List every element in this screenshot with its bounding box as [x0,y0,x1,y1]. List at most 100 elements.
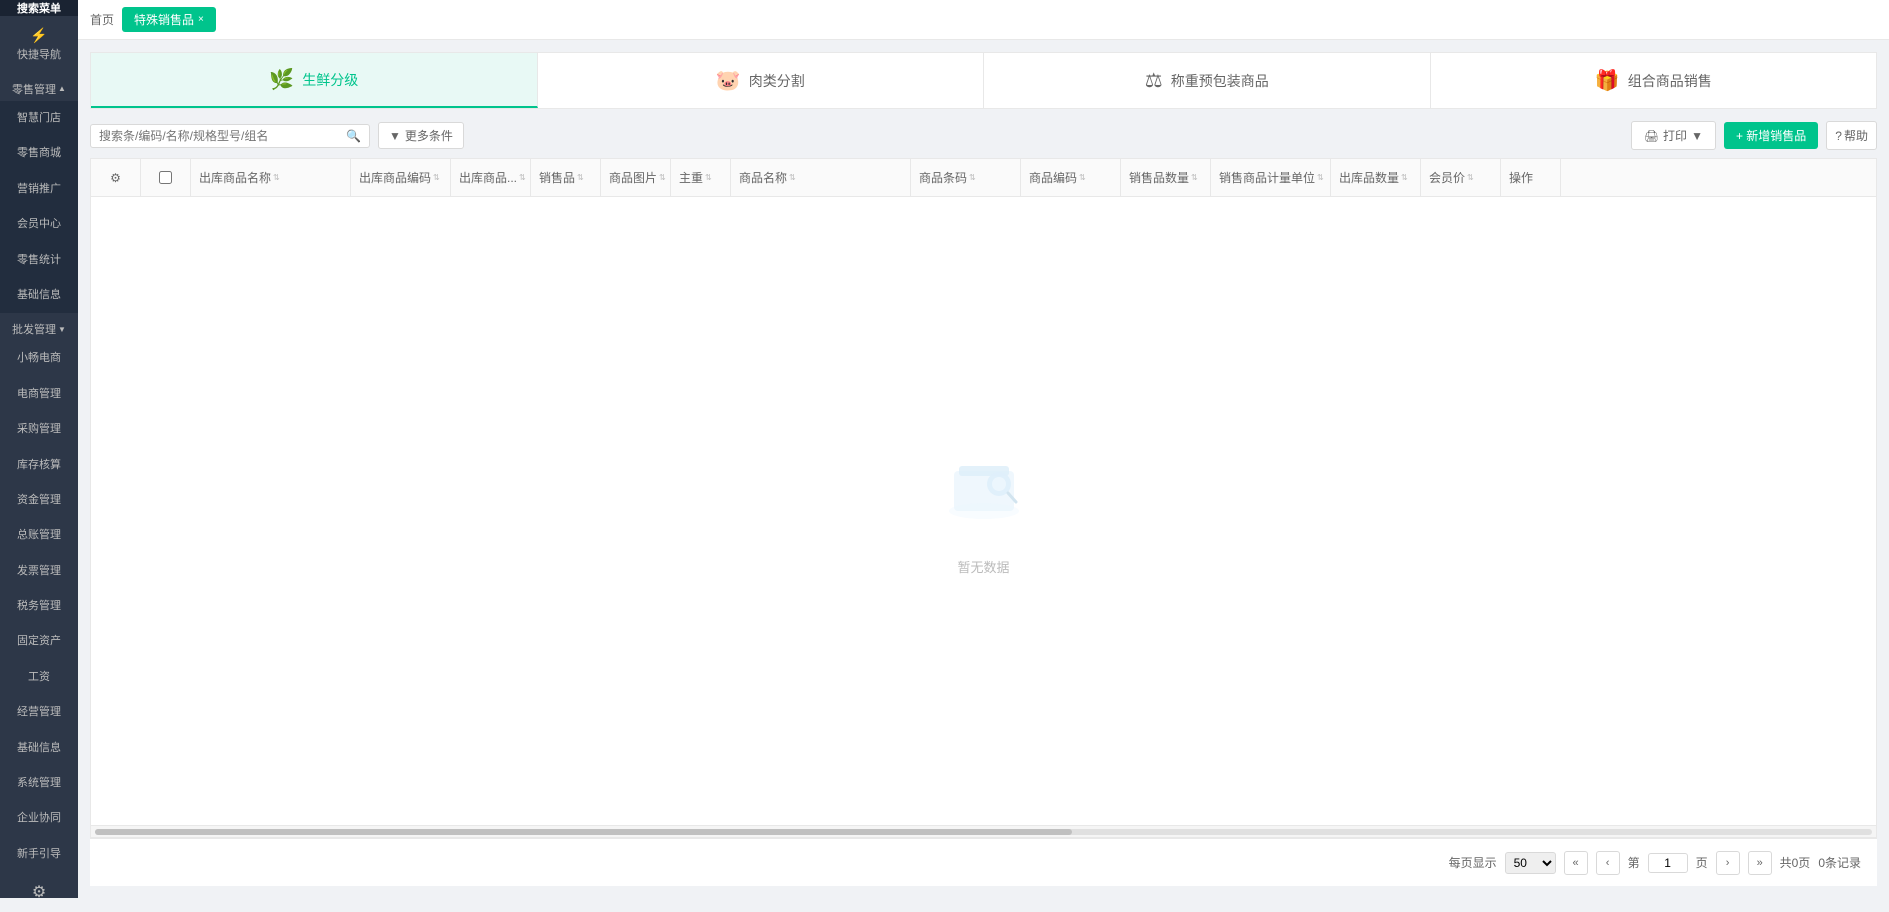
sort-icon-sale[interactable]: ⇅ [577,173,584,182]
help-label: 帮助 [1844,127,1868,144]
th-product-code: 商品编码 ⇅ [1021,159,1121,196]
th-product-img: 商品图片 ⇅ [601,159,671,196]
active-tab[interactable]: 特殊销售品 × [122,7,216,32]
next-page-button[interactable]: › [1716,851,1740,875]
search-box[interactable]: 🔍 [90,124,370,148]
per-page-label: 每页显示 [1449,854,1497,871]
sidebar-item-retail-stats[interactable]: 零售统计 [0,243,78,278]
combo-sales-icon: 🎁 [1595,68,1620,93]
sidebar-item-purchase[interactable]: 采购管理 [0,412,78,447]
first-page-button[interactable]: « [1564,851,1588,875]
sidebar-item-sys[interactable]: 系统管理 [0,766,78,801]
weighed-pkg-label: 称重预包装商品 [1171,71,1269,91]
new-guide-label: 新手引导 [17,848,61,860]
toolbar-left: 🔍 ▼ 更多条件 [90,122,464,149]
search-input[interactable] [99,129,346,143]
th-checkbox[interactable] [141,159,191,196]
settings-icon: ⚙ [110,171,121,185]
prev-page-button[interactable]: ‹ [1596,851,1620,875]
horizontal-scrollbar[interactable] [91,825,1876,837]
sort-icon-img[interactable]: ⇅ [659,173,666,182]
select-all-checkbox[interactable] [159,171,172,184]
th-member-price: 会员价 ⇅ [1421,159,1501,196]
sort-icon-code[interactable]: ⇅ [433,173,440,182]
page-number-input[interactable] [1648,853,1688,873]
print-dropdown-icon: ▼ [1691,129,1703,143]
sort-icon-pcode[interactable]: ⇅ [1079,173,1086,182]
cat-tab-combo-sales[interactable]: 🎁 组合商品销售 [1431,53,1877,108]
last-page-button[interactable]: » [1748,851,1772,875]
sort-icon-qty[interactable]: ⇅ [1191,173,1198,182]
cat-tab-weighed-pkg[interactable]: ⚖ 称重预包装商品 [984,53,1431,108]
sidebar-item-corp[interactable]: 企业协同 [0,801,78,836]
help-button[interactable]: ? 帮助 [1826,121,1877,150]
sidebar-item-asset[interactable]: 资金管理 [0,483,78,518]
home-breadcrumb[interactable]: 首页 [90,11,114,28]
inventory-label: 库存核算 [17,459,61,471]
sidebar-item-retail-mall[interactable]: 零售商城 [0,136,78,171]
sort-icon-barcode[interactable]: ⇅ [969,173,976,182]
corp-label: 企业协同 [17,812,61,824]
meat-cut-icon: 🐷 [716,68,741,93]
print-label: 打印 [1663,127,1687,144]
sidebar-item-basic-info[interactable]: 基础信息 [0,278,78,313]
th-sale-qty: 销售品数量 ⇅ [1121,159,1211,196]
sort-icon-unit[interactable]: ⇅ [1317,173,1324,182]
sort-icon-outqty[interactable]: ⇅ [1401,173,1408,182]
cat-tab-meat-cut[interactable]: 🐷 肉类分割 [538,53,985,108]
sys-label: 系统管理 [17,777,61,789]
sort-icon-pname[interactable]: ⇅ [789,173,796,182]
tax-label: 税务管理 [17,600,61,612]
sort-icon-price[interactable]: ⇅ [1467,173,1474,182]
sidebar-item-member[interactable]: 会员中心 [0,207,78,242]
th-out-product-code: 出库商品编码 ⇅ [351,159,451,196]
sidebar-item-new-guide[interactable]: 新手引导 [0,837,78,872]
sidebar-item-inventory[interactable]: 库存核算 [0,448,78,483]
tab-close-icon[interactable]: × [198,14,204,25]
retail-mall-label: 零售商城 [17,147,61,159]
scroll-thumb [95,829,1072,835]
th-sale-product: 销售品 ⇅ [531,159,601,196]
scroll-track [95,829,1872,835]
fresh-grade-icon: 🌿 [269,67,294,92]
sidebar-item-invoice[interactable]: 发票管理 [0,554,78,589]
th-settings[interactable]: ⚙ [91,159,141,196]
add-button[interactable]: + 新增销售品 [1724,122,1818,149]
cat-tab-fresh-grade[interactable]: 🌿 生鲜分级 [91,53,538,108]
sort-icon-weight[interactable]: ⇅ [705,173,712,182]
ledger-label: 总账管理 [17,529,61,541]
sort-icon-sku[interactable]: ⇅ [519,173,526,182]
filter-button[interactable]: ▼ 更多条件 [378,122,464,149]
sidebar-section-wholesale[interactable]: 批发管理 [0,313,78,341]
sort-icon[interactable]: ⇅ [273,173,280,182]
sidebar-item-basic-info2[interactable]: 基础信息 [0,731,78,766]
sidebar-item-fixed-assets[interactable]: 固定资产 [0,624,78,659]
sidebar-section-retail[interactable]: 零售管理 [0,73,78,101]
sidebar-item-quick-nav[interactable]: ⚡ 快捷导航 [0,16,78,73]
sidebar-item-ecom[interactable]: 电商管理 [0,377,78,412]
empty-state: 暂无数据 [91,197,1876,825]
sidebar-item-small-shop[interactable]: 小畅电商 [0,341,78,376]
th-weight: 主重 ⇅ [671,159,731,196]
invoice-label: 发票管理 [17,565,61,577]
data-table: ⚙ 出库商品名称 ⇅ 出库商品编码 ⇅ 出库商品... ⇅ [90,158,1877,838]
page-label: 第 [1628,854,1640,871]
gear-icon[interactable]: ⚙ [0,872,78,912]
sidebar-item-labor[interactable]: 工资 [0,660,78,695]
sidebar-item-tax[interactable]: 税务管理 [0,589,78,624]
total-records: 0条记录 [1818,854,1861,871]
sidebar-item-ops[interactable]: 经营管理 [0,695,78,730]
empty-text: 暂无数据 [957,557,1009,576]
per-page-select[interactable]: 50 20 100 [1505,852,1556,874]
toolbar-right: 🖨 打印 ▼ + 新增销售品 ? 帮助 [1631,121,1877,150]
sidebar-item-ledger[interactable]: 总账管理 [0,518,78,553]
basic-info-label: 基础信息 [17,289,61,301]
sidebar-item-marketing[interactable]: 营销推广 [0,172,78,207]
print-button[interactable]: 🖨 打印 ▼ [1631,121,1716,150]
smart-store-label: 智慧门店 [17,112,61,124]
basic-info2-label: 基础信息 [17,742,61,754]
tab-label: 特殊销售品 [134,11,194,28]
sidebar-logo[interactable]: 搜索菜单 [0,0,78,16]
main-area: 首页 特殊销售品 × 🌿 生鲜分级 🐷 肉类分割 ⚖ 称重预包装商品 🎁 组合商… [78,0,1889,898]
sidebar-item-smart-store[interactable]: 智慧门店 [0,101,78,136]
